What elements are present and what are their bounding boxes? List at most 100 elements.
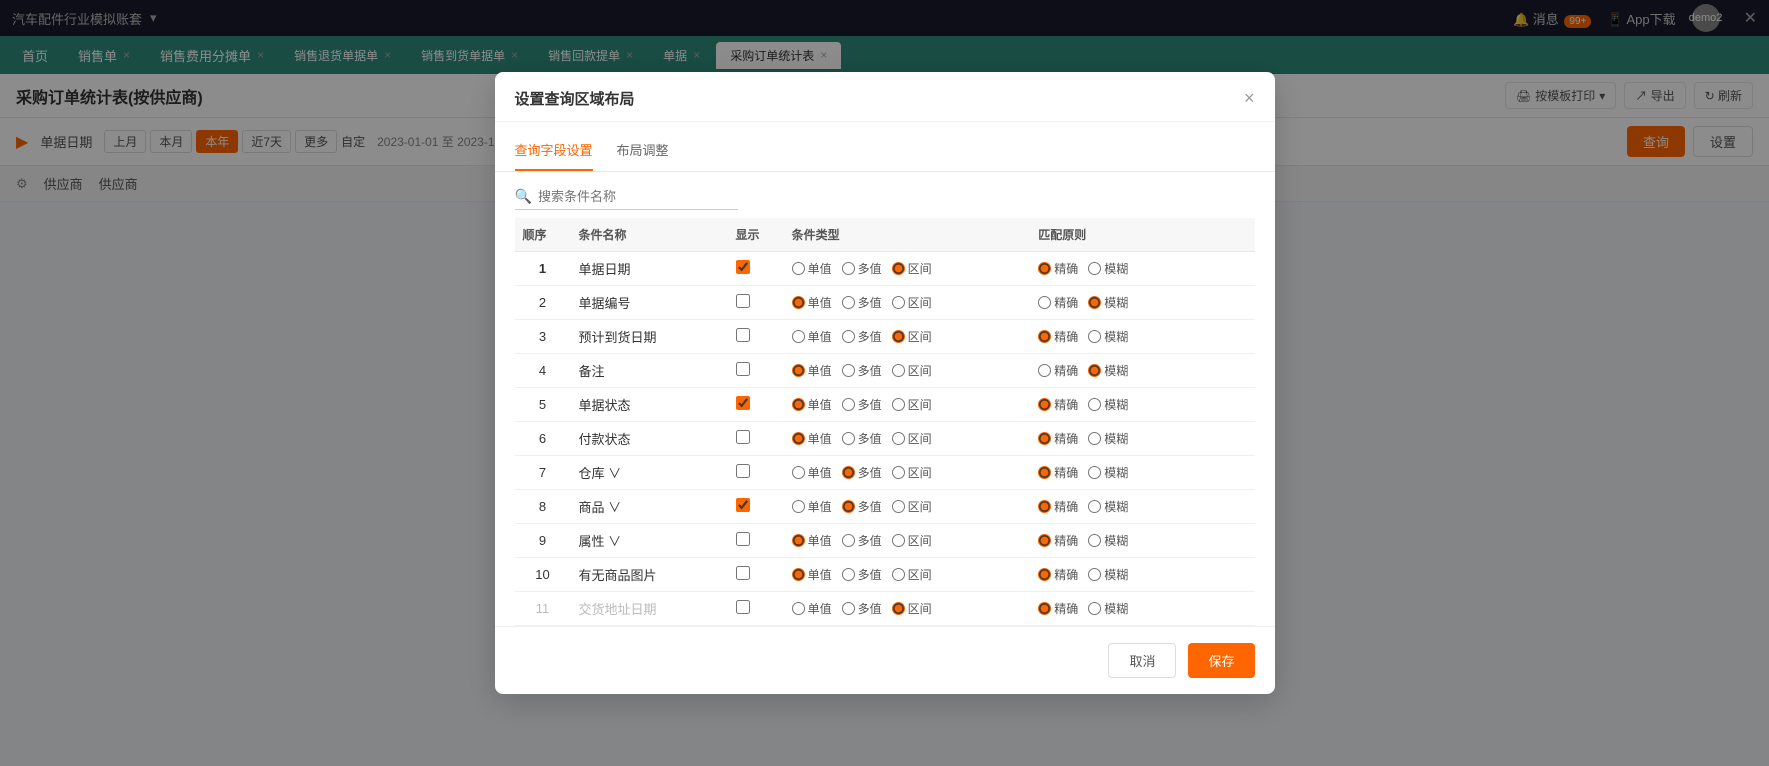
match-radio[interactable] <box>1038 466 1051 479</box>
modal-close-button[interactable]: × <box>1244 88 1255 109</box>
match-radio-label[interactable]: 模糊 <box>1088 362 1128 379</box>
match-radio[interactable] <box>1038 296 1051 309</box>
type-radio-label[interactable]: 区间 <box>892 464 932 481</box>
type-radio-label[interactable]: 多值 <box>842 464 882 481</box>
match-radio-label[interactable]: 模糊 <box>1088 464 1128 481</box>
type-radio-label[interactable]: 区间 <box>892 362 932 379</box>
save-button[interactable]: 保存 <box>1188 643 1254 678</box>
match-radio-label[interactable]: 精确 <box>1038 328 1078 345</box>
type-radio[interactable] <box>792 296 805 309</box>
type-radio[interactable] <box>792 330 805 343</box>
type-radio-label[interactable]: 多值 <box>842 294 882 311</box>
type-radio[interactable] <box>842 432 855 445</box>
type-radio-label[interactable]: 多值 <box>842 430 882 447</box>
type-radio[interactable] <box>792 262 805 275</box>
type-radio-label[interactable]: 区间 <box>892 498 932 515</box>
match-radio-label[interactable]: 精确 <box>1038 566 1078 583</box>
type-radio[interactable] <box>892 568 905 581</box>
type-radio[interactable] <box>792 432 805 445</box>
match-radio-label[interactable]: 精确 <box>1038 396 1078 413</box>
show-checkbox[interactable] <box>736 430 750 444</box>
match-radio[interactable] <box>1088 432 1101 445</box>
type-radio-label[interactable]: 单值 <box>792 532 832 549</box>
type-radio[interactable] <box>842 330 855 343</box>
type-radio-label[interactable]: 区间 <box>892 430 932 447</box>
type-radio-label[interactable]: 多值 <box>842 328 882 345</box>
type-radio[interactable] <box>892 602 905 615</box>
match-radio-label[interactable]: 精确 <box>1038 430 1078 447</box>
type-radio[interactable] <box>792 534 805 547</box>
type-radio[interactable] <box>892 500 905 513</box>
match-radio[interactable] <box>1038 432 1051 445</box>
modal-tab-query-fields[interactable]: 查询字段设置 <box>515 134 593 171</box>
match-radio-label[interactable]: 模糊 <box>1088 600 1128 617</box>
type-radio-label[interactable]: 单值 <box>792 396 832 413</box>
show-checkbox[interactable] <box>736 464 750 478</box>
show-checkbox[interactable] <box>736 498 750 512</box>
type-radio[interactable] <box>842 534 855 547</box>
type-radio[interactable] <box>842 602 855 615</box>
match-radio-label[interactable]: 模糊 <box>1088 328 1128 345</box>
type-radio[interactable] <box>792 398 805 411</box>
match-radio[interactable] <box>1088 296 1101 309</box>
type-radio[interactable] <box>892 534 905 547</box>
type-radio[interactable] <box>842 262 855 275</box>
type-radio[interactable] <box>892 432 905 445</box>
type-radio-label[interactable]: 区间 <box>892 396 932 413</box>
match-radio-label[interactable]: 精确 <box>1038 498 1078 515</box>
type-radio-label[interactable]: 区间 <box>892 600 932 617</box>
match-radio[interactable] <box>1038 262 1051 275</box>
match-radio[interactable] <box>1038 534 1051 547</box>
match-radio-label[interactable]: 模糊 <box>1088 430 1128 447</box>
search-input[interactable] <box>538 189 738 204</box>
type-radio-label[interactable]: 单值 <box>792 362 832 379</box>
type-radio[interactable] <box>892 364 905 377</box>
type-radio-label[interactable]: 单值 <box>792 566 832 583</box>
type-radio-label[interactable]: 多值 <box>842 600 882 617</box>
type-radio-label[interactable]: 区间 <box>892 294 932 311</box>
match-radio[interactable] <box>1038 398 1051 411</box>
match-radio-label[interactable]: 精确 <box>1038 260 1078 277</box>
type-radio[interactable] <box>792 568 805 581</box>
match-radio[interactable] <box>1088 262 1101 275</box>
match-radio[interactable] <box>1038 568 1051 581</box>
type-radio-label[interactable]: 区间 <box>892 260 932 277</box>
type-radio-label[interactable]: 单值 <box>792 430 832 447</box>
show-checkbox[interactable] <box>736 396 750 410</box>
match-radio-label[interactable]: 精确 <box>1038 362 1078 379</box>
type-radio[interactable] <box>792 602 805 615</box>
type-radio-label[interactable]: 多值 <box>842 260 882 277</box>
match-radio-label[interactable]: 精确 <box>1038 464 1078 481</box>
type-radio[interactable] <box>792 466 805 479</box>
type-radio[interactable] <box>842 466 855 479</box>
match-radio-label[interactable]: 精确 <box>1038 532 1078 549</box>
type-radio-label[interactable]: 多值 <box>842 532 882 549</box>
match-radio[interactable] <box>1038 602 1051 615</box>
match-radio-label[interactable]: 模糊 <box>1088 498 1128 515</box>
show-checkbox[interactable] <box>736 328 750 342</box>
type-radio[interactable] <box>892 262 905 275</box>
show-checkbox[interactable] <box>736 566 750 580</box>
cancel-button[interactable]: 取消 <box>1108 643 1176 678</box>
match-radio[interactable] <box>1088 602 1101 615</box>
type-radio-label[interactable]: 区间 <box>892 532 932 549</box>
type-radio-label[interactable]: 多值 <box>842 498 882 515</box>
match-radio[interactable] <box>1088 398 1101 411</box>
type-radio-label[interactable]: 单值 <box>792 464 832 481</box>
match-radio-label[interactable]: 精确 <box>1038 294 1078 311</box>
type-radio-label[interactable]: 单值 <box>792 498 832 515</box>
type-radio[interactable] <box>792 364 805 377</box>
match-radio-label[interactable]: 模糊 <box>1088 566 1128 583</box>
type-radio[interactable] <box>842 568 855 581</box>
type-radio[interactable] <box>792 500 805 513</box>
match-radio[interactable] <box>1038 364 1051 377</box>
match-radio[interactable] <box>1038 330 1051 343</box>
show-checkbox[interactable] <box>736 294 750 308</box>
show-checkbox[interactable] <box>736 532 750 546</box>
type-radio-label[interactable]: 单值 <box>792 260 832 277</box>
show-checkbox[interactable] <box>736 260 750 274</box>
type-radio-label[interactable]: 单值 <box>792 328 832 345</box>
show-checkbox[interactable] <box>736 600 750 614</box>
match-radio-label[interactable]: 模糊 <box>1088 260 1128 277</box>
show-checkbox[interactable] <box>736 362 750 376</box>
